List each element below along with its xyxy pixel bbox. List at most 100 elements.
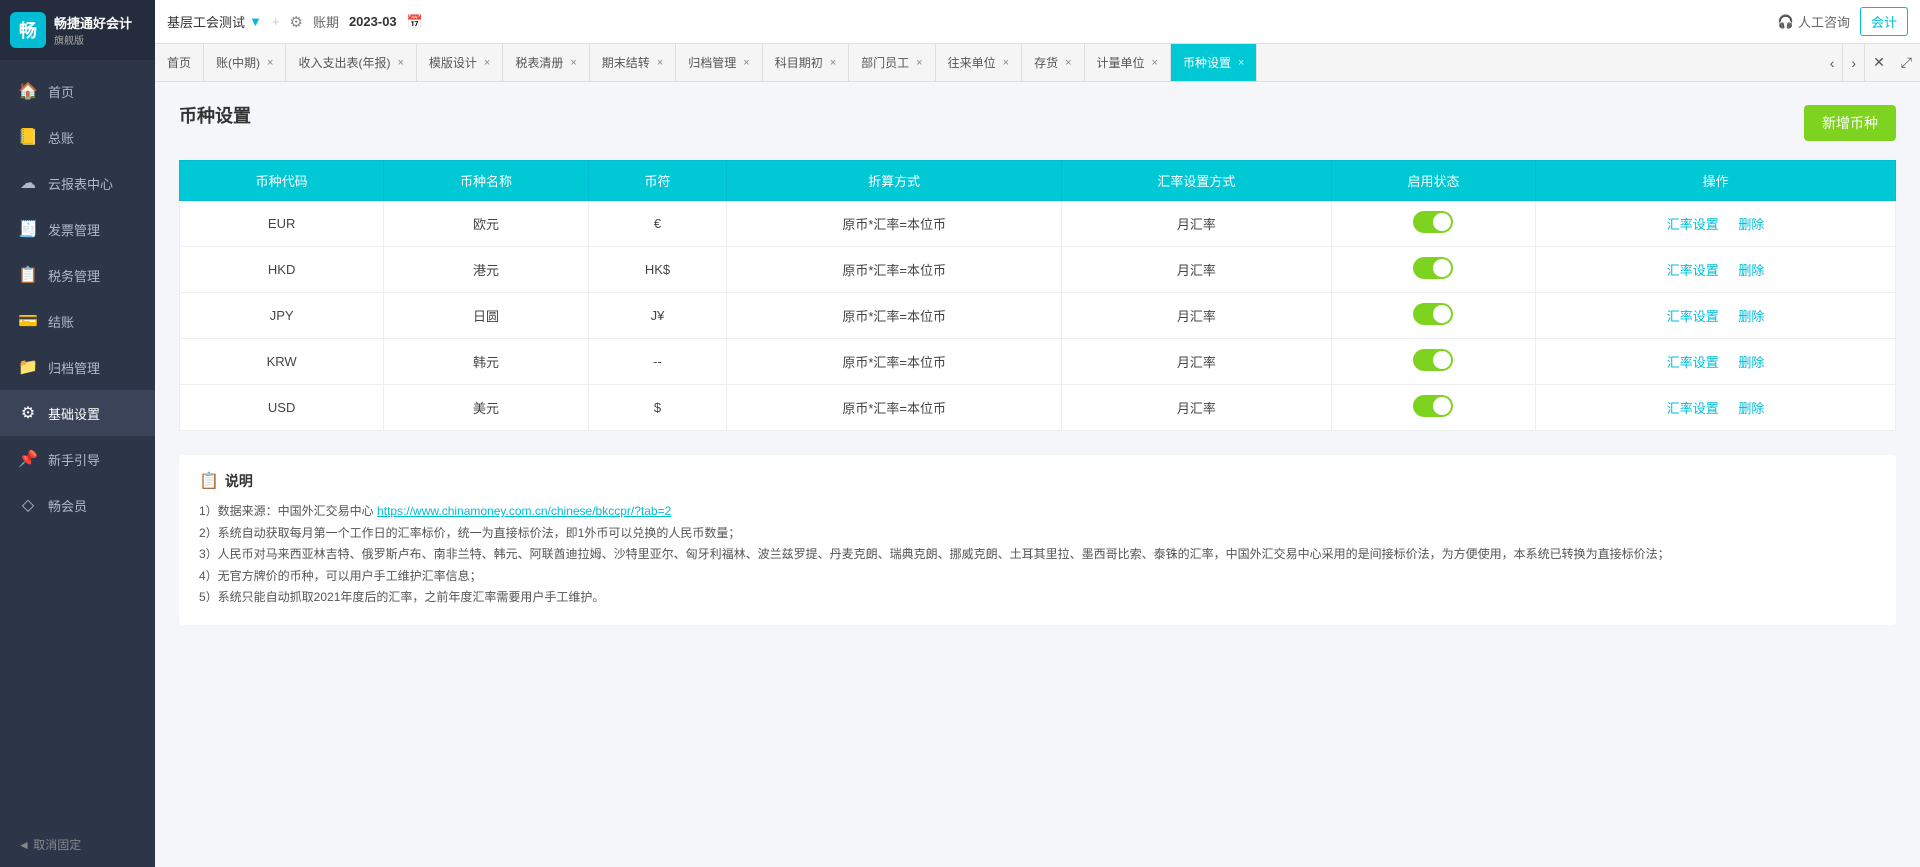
notes-external-link[interactable]: https://www.chinamoney.com.cn/chinese/bk… <box>377 504 671 518</box>
account-btn[interactable]: 会计 <box>1860 7 1908 36</box>
period-label: 账期 <box>313 12 339 31</box>
sidebar-item-settings[interactable]: ⚙ 基础设置 <box>0 390 155 436</box>
tab-dept-close[interactable]: × <box>916 57 922 69</box>
settings-gear-icon[interactable]: ⚙ <box>289 13 302 31</box>
settings-icon: ⚙ <box>18 403 38 423</box>
tab-filing[interactable]: 归档管理 × <box>676 44 762 82</box>
sidebar-label-member: 畅会员 <box>48 496 87 515</box>
cell-actions-3: 汇率设置 删除 <box>1536 339 1896 385</box>
toggle-1[interactable] <box>1413 257 1453 279</box>
rate-setting-btn-4[interactable]: 汇率设置 <box>1667 401 1719 416</box>
sidebar-item-reports[interactable]: ☁ 云报表中心 <box>0 160 155 206</box>
toggle-thumb-0 <box>1433 213 1451 231</box>
tab-units[interactable]: 计量单位 × <box>1085 44 1171 82</box>
cell-code-2: JPY <box>180 293 384 339</box>
tab-inventory-close[interactable]: × <box>1065 57 1071 69</box>
tab-units-close[interactable]: × <box>1152 57 1158 69</box>
delete-btn-0[interactable]: 删除 <box>1738 217 1764 232</box>
new-currency-btn[interactable]: 新增币种 <box>1804 105 1896 141</box>
toggle-2[interactable] <box>1413 303 1453 325</box>
cell-toggle-0[interactable] <box>1331 201 1535 247</box>
divider1: + <box>272 14 280 29</box>
cell-toggle-4[interactable] <box>1331 385 1535 431</box>
home-icon: 🏠 <box>18 81 38 101</box>
currency-table: 币种代码 币种名称 币符 折算方式 汇率设置方式 启用状态 操作 EUR 欧元 … <box>179 160 1896 431</box>
sidebar-item-invoice[interactable]: 🧾 发票管理 <box>0 206 155 252</box>
sidebar-item-checkout[interactable]: 💳 结账 <box>0 298 155 344</box>
cell-toggle-3[interactable] <box>1331 339 1535 385</box>
project-name[interactable]: 基层工会测试 ▼ <box>167 12 262 31</box>
sidebar-item-ledger[interactable]: 📒 总账 <box>0 114 155 160</box>
tab-midperiod-close[interactable]: × <box>267 57 273 69</box>
tab-home[interactable]: 首页 <box>155 44 204 82</box>
tab-close-all-btn[interactable]: ✕ <box>1865 44 1893 82</box>
rate-setting-btn-1[interactable]: 汇率设置 <box>1667 263 1719 278</box>
toggle-4[interactable] <box>1413 395 1453 417</box>
tab-subjects[interactable]: 科目期初 × <box>763 44 849 82</box>
toggle-0[interactable] <box>1413 211 1453 233</box>
tab-template-close[interactable]: × <box>484 57 490 69</box>
sidebar-label-guide: 新手引导 <box>48 450 100 469</box>
support-btn[interactable]: 🎧 人工咨询 <box>1778 12 1850 31</box>
tab-tax[interactable]: 税表清册 × <box>503 44 589 82</box>
sidebar-unpin[interactable]: ◄ 取消固定 <box>0 822 155 867</box>
logo-icon: 畅 <box>10 12 46 48</box>
rate-setting-btn-0[interactable]: 汇率设置 <box>1667 217 1719 232</box>
tab-prev-btn[interactable]: ‹ <box>1822 44 1844 82</box>
rate-setting-btn-2[interactable]: 汇率设置 <box>1667 309 1719 324</box>
delete-btn-3[interactable]: 删除 <box>1738 355 1764 370</box>
cell-toggle-1[interactable] <box>1331 247 1535 293</box>
calendar-icon[interactable]: 📅 <box>407 14 423 30</box>
cell-symbol-4: $ <box>588 385 727 431</box>
cell-rate-type-3: 月汇率 <box>1061 339 1331 385</box>
checkout-icon: 💳 <box>18 311 38 331</box>
tab-expand-btn[interactable]: ⤢ <box>1893 44 1920 82</box>
sidebar: 畅 畅捷通好会计 旗舰版 🏠 首页 📒 总账 ☁ 云报表中心 🧾 发票管理 📋 … <box>0 0 155 867</box>
delete-btn-4[interactable]: 删除 <box>1738 401 1764 416</box>
th-rate-type: 汇率设置方式 <box>1061 161 1331 201</box>
tax-icon: 📋 <box>18 265 38 285</box>
tab-next-btn[interactable]: › <box>1843 44 1865 82</box>
notes-section: 📋 说明 1）数据来源：中国外汇交易中心 https://www.chinamo… <box>179 455 1896 625</box>
delete-btn-2[interactable]: 删除 <box>1738 309 1764 324</box>
sidebar-item-tax[interactable]: 📋 税务管理 <box>0 252 155 298</box>
note-item-4: 5）系统只能自动抓取2021年度后的汇率，之前年度汇率需要用户手工维护。 <box>199 587 1876 609</box>
cell-toggle-2[interactable] <box>1331 293 1535 339</box>
tab-midperiod-label: 账(中期) <box>216 54 260 71</box>
toggle-track-3 <box>1413 349 1453 371</box>
cell-symbol-2: J¥ <box>588 293 727 339</box>
tab-period-end-close[interactable]: × <box>657 57 663 69</box>
tab-filing-close[interactable]: × <box>743 57 749 69</box>
toggle-thumb-3 <box>1433 351 1451 369</box>
tab-dept[interactable]: 部门员工 × <box>849 44 935 82</box>
toggle-track-2 <box>1413 303 1453 325</box>
tab-contacts[interactable]: 往来单位 × <box>936 44 1022 82</box>
tab-subjects-close[interactable]: × <box>830 57 836 69</box>
sidebar-item-home[interactable]: 🏠 首页 <box>0 68 155 114</box>
sidebar-label-tax: 税务管理 <box>48 266 100 285</box>
archive-icon: 📁 <box>18 357 38 377</box>
rate-setting-btn-3[interactable]: 汇率设置 <box>1667 355 1719 370</box>
tab-tax-label: 税表清册 <box>515 54 563 71</box>
tab-annual-close[interactable]: × <box>397 57 403 69</box>
tab-currency-close[interactable]: × <box>1238 57 1244 69</box>
tab-template[interactable]: 模版设计 × <box>417 44 503 82</box>
content-area: 币种设置 新增币种 币种代码 币种名称 币符 折算方式 汇率设置方式 启用状态 … <box>155 82 1920 867</box>
toggle-3[interactable] <box>1413 349 1453 371</box>
tab-period-end[interactable]: 期末结转 × <box>590 44 676 82</box>
tab-period-end-label: 期末结转 <box>602 54 650 71</box>
sidebar-item-guide[interactable]: 📌 新手引导 <box>0 436 155 482</box>
tab-midperiod[interactable]: 账(中期) × <box>204 44 286 82</box>
delete-btn-1[interactable]: 删除 <box>1738 263 1764 278</box>
toggle-track-1 <box>1413 257 1453 279</box>
tab-currency[interactable]: 币种设置 × <box>1171 44 1257 82</box>
tab-annual[interactable]: 收入支出表(年报) × <box>286 44 416 82</box>
cell-name-1: 港元 <box>384 247 588 293</box>
tab-currency-label: 币种设置 <box>1183 54 1231 71</box>
tab-tax-close[interactable]: × <box>570 57 576 69</box>
sidebar-item-archive[interactable]: 📁 归档管理 <box>0 344 155 390</box>
tab-inventory[interactable]: 存货 × <box>1022 44 1084 82</box>
sidebar-nav: 🏠 首页 📒 总账 ☁ 云报表中心 🧾 发票管理 📋 税务管理 💳 结账 📁 归… <box>0 60 155 822</box>
sidebar-item-member[interactable]: ◇ 畅会员 <box>0 482 155 528</box>
tab-contacts-close[interactable]: × <box>1003 57 1009 69</box>
